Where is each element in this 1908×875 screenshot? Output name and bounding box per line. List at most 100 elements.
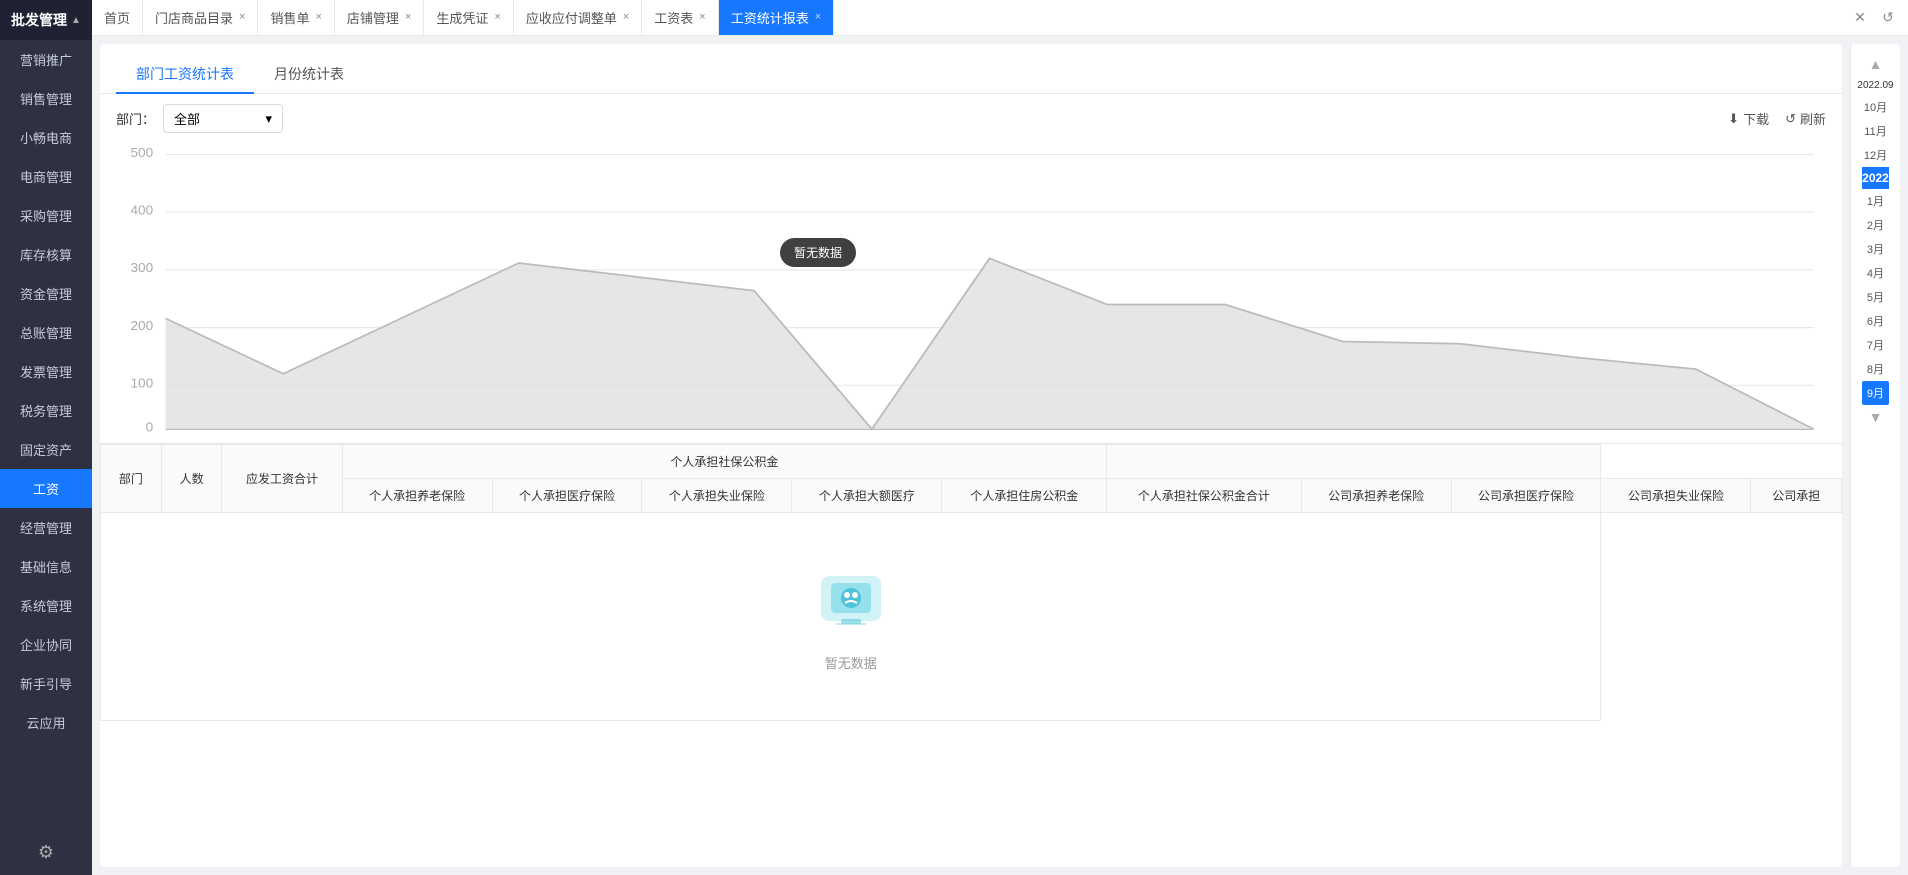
tab-label: 门店商品目录 xyxy=(155,8,233,27)
nav-up-icon[interactable]: ▲ xyxy=(1865,52,1887,76)
sidebar-item-经营管理[interactable]: 经营管理 xyxy=(0,508,92,547)
sub-tab-部门工资统计表[interactable]: 部门工资统计表 xyxy=(116,56,254,94)
tab-close-icon[interactable]: × xyxy=(315,12,321,23)
sidebar-item-系统管理[interactable]: 系统管理 xyxy=(0,586,92,625)
toolbar-actions: ⬇ 下载 ↺ 刷新 xyxy=(1728,109,1826,128)
tab-list: 首页门店商品目录×销售单×店铺管理×生成凭证×应收应付调整单×工资表×工资统计报… xyxy=(92,0,834,35)
sidebar-item-营销推广[interactable]: 营销推广 xyxy=(0,40,92,79)
svg-text:400: 400 xyxy=(130,203,153,217)
sidebar-item-新手引导[interactable]: 新手引导 xyxy=(0,664,92,703)
tab-label: 生成凭证 xyxy=(436,8,488,27)
sub-tabs: 部门工资统计表月份统计表 xyxy=(100,44,1842,94)
sidebar-items: 营销推广销售管理小畅电商电商管理采购管理库存核算资金管理总账管理发票管理税务管理… xyxy=(0,40,92,742)
sidebar-collapse-icon: ▲ xyxy=(71,15,81,26)
col-dept: 部门 xyxy=(101,445,162,513)
sidebar-item-固定资产[interactable]: 固定资产 xyxy=(0,430,92,469)
tab-close-icon[interactable]: × xyxy=(239,12,245,23)
sidebar-item-总账管理[interactable]: 总账管理 xyxy=(0,313,92,352)
settings-icon[interactable]: ⚙ xyxy=(0,830,92,875)
refresh-icon[interactable]: ↺ xyxy=(1876,6,1900,30)
tab-门店商品目录[interactable]: 门店商品目录 × xyxy=(143,0,258,35)
month-item-9月[interactable]: 9月 xyxy=(1862,381,1889,405)
svg-text:300: 300 xyxy=(130,261,153,275)
sidebar-item-销售管理[interactable]: 销售管理 xyxy=(0,79,92,118)
sidebar: 批发管理 ▲ 营销推广销售管理小畅电商电商管理采购管理库存核算资金管理总账管理发… xyxy=(0,0,92,875)
sidebar-item-工资[interactable]: 工资 xyxy=(0,469,92,508)
sidebar-item-采购管理[interactable]: 采购管理 xyxy=(0,196,92,235)
tab-bar: 首页门店商品目录×销售单×店铺管理×生成凭证×应收应付调整单×工资表×工资统计报… xyxy=(92,0,1908,36)
empty-state: 暂无数据 xyxy=(113,521,1588,712)
nav-down-icon[interactable]: ▼ xyxy=(1865,405,1887,429)
empty-icon xyxy=(811,561,891,641)
col-personal-social: 个人承担社保公积金 xyxy=(342,445,1106,479)
tab-label: 店铺管理 xyxy=(347,8,399,27)
main-area: 首页门店商品目录×销售单×店铺管理×生成凭证×应收应付调整单×工资表×工资统计报… xyxy=(92,0,1908,875)
tab-close-icon[interactable]: × xyxy=(623,12,629,23)
sidebar-item-库存核算[interactable]: 库存核算 xyxy=(0,235,92,274)
svg-text:200: 200 xyxy=(130,318,153,332)
tab-工资统计报表[interactable]: 工资统计报表 × xyxy=(719,0,834,35)
col-个人承担失业保险: 个人承担失业保险 xyxy=(642,479,792,513)
sidebar-item-资金管理[interactable]: 资金管理 xyxy=(0,274,92,313)
tab-label: 应收应付调整单 xyxy=(526,8,617,27)
col-个人承担住房公积金: 个人承担住房公积金 xyxy=(942,479,1107,513)
data-table: 部门 人数 应发工资合计 个人承担社保公积金 个人承担养老保险个人承担医疗保险个… xyxy=(100,444,1842,721)
svg-text:100: 100 xyxy=(130,376,153,390)
col-个人承担大额医疗: 个人承担大额医疗 xyxy=(792,479,942,513)
refresh-button[interactable]: ↺ 刷新 xyxy=(1785,109,1826,128)
table-area[interactable]: 部门 人数 应发工资合计 个人承担社保公积金 个人承担养老保险个人承担医疗保险个… xyxy=(100,443,1842,867)
month-item-12月[interactable]: 12月 xyxy=(1862,143,1889,167)
tab-close-icon[interactable]: × xyxy=(815,12,821,23)
col-公司承担: 公司承担 xyxy=(1751,479,1842,513)
sidebar-item-电商管理[interactable]: 电商管理 xyxy=(0,157,92,196)
main-panel: 部门工资统计表月份统计表 部门： 全部 ▾ ⬇ 下载 ↺ 刷新 xyxy=(100,44,1842,867)
month-item-5月[interactable]: 5月 xyxy=(1862,285,1889,309)
right-panel-months: 10月11月12月20221月2月3月4月5月6月7月8月9月 xyxy=(1862,95,1889,405)
tab-销售单[interactable]: 销售单× xyxy=(258,0,334,35)
month-item-1月[interactable]: 1月 xyxy=(1862,189,1889,213)
download-icon: ⬇ xyxy=(1728,111,1739,127)
month-item-2月[interactable]: 2月 xyxy=(1862,213,1889,237)
close-all-icon[interactable]: ✕ xyxy=(1848,6,1872,30)
tab-工资表[interactable]: 工资表× xyxy=(642,0,718,35)
col-个人承担医疗保险: 个人承担医疗保险 xyxy=(492,479,642,513)
month-item-4月[interactable]: 4月 xyxy=(1862,261,1889,285)
sidebar-item-云应用[interactable]: 云应用 xyxy=(0,703,92,742)
sidebar-item-小畅电商[interactable]: 小畅电商 xyxy=(0,118,92,157)
download-label: 下载 xyxy=(1743,109,1769,128)
sidebar-header[interactable]: 批发管理 ▲ xyxy=(0,0,92,40)
dept-select[interactable]: 全部 ▾ xyxy=(163,104,283,133)
tab-close-icon[interactable]: × xyxy=(494,12,500,23)
month-item-8月[interactable]: 8月 xyxy=(1862,357,1889,381)
col-公司承担养老保险: 公司承担养老保险 xyxy=(1301,479,1451,513)
tab-生成凭证[interactable]: 生成凭证 × xyxy=(424,0,513,35)
month-item-11月[interactable]: 11月 xyxy=(1862,119,1889,143)
sidebar-item-企业协同[interactable]: 企业协同 xyxy=(0,625,92,664)
download-button[interactable]: ⬇ 下载 xyxy=(1728,109,1769,128)
month-item-3月[interactable]: 3月 xyxy=(1862,237,1889,261)
tab-close-icon[interactable]: × xyxy=(405,12,411,23)
tab-应收应付调整单[interactable]: 应收应付调整单 × xyxy=(514,0,642,35)
sidebar-title: 批发管理 xyxy=(11,10,67,30)
chevron-down-icon: ▾ xyxy=(265,111,272,127)
month-item-7月[interactable]: 7月 xyxy=(1862,333,1889,357)
empty-text: 暂无数据 xyxy=(825,653,877,672)
tab-close-icon[interactable]: × xyxy=(699,12,705,23)
sidebar-item-税务管理[interactable]: 税务管理 xyxy=(0,391,92,430)
col-个人承担社保公积金合计: 个人承担社保公积金合计 xyxy=(1107,479,1302,513)
tab-label: 工资统计报表 xyxy=(731,8,809,27)
sidebar-item-发票管理[interactable]: 发票管理 xyxy=(0,352,92,391)
col-个人承担养老保险: 个人承担养老保险 xyxy=(342,479,492,513)
tab-bar-right: ✕ ↺ xyxy=(1848,6,1908,30)
toolbar: 部门： 全部 ▾ ⬇ 下载 ↺ 刷新 xyxy=(100,94,1842,143)
chart-svg: 500 400 300 200 100 0 xyxy=(116,143,1826,443)
month-item-10月[interactable]: 10月 xyxy=(1862,95,1889,119)
year-2022-marker[interactable]: 2022 xyxy=(1862,167,1889,189)
sub-tab-月份统计表[interactable]: 月份统计表 xyxy=(254,56,364,94)
sidebar-item-基础信息[interactable]: 基础信息 xyxy=(0,547,92,586)
tab-店铺管理[interactable]: 店铺管理 × xyxy=(335,0,424,35)
tab-首页[interactable]: 首页 xyxy=(92,0,143,35)
col-公司承担失业保险: 公司承担失业保险 xyxy=(1601,479,1751,513)
svg-text:500: 500 xyxy=(130,145,153,159)
month-item-6月[interactable]: 6月 xyxy=(1862,309,1889,333)
